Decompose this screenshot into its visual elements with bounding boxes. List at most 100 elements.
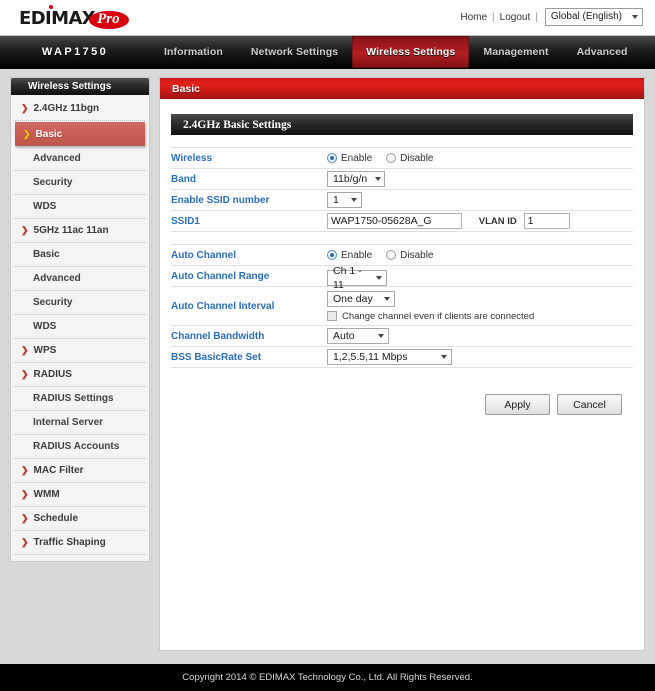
tab-management[interactable]: Management: [469, 36, 562, 68]
sidebar-item-basic-5[interactable]: Basic: [15, 243, 145, 266]
sidebar-item-label: WMM: [33, 489, 60, 500]
auto-channel-enable-option[interactable]: Enable: [327, 250, 372, 261]
body-area: Wireless Settings ❯ 2.4GHz 11bgn ❯ Basic: [0, 69, 655, 664]
auto-channel-interval-value: One day: [333, 292, 373, 305]
channel-bandwidth-select[interactable]: Auto: [327, 328, 389, 344]
section-title: 2.4GHz Basic Settings: [171, 114, 633, 135]
vlan-id-label: VLAN ID: [478, 216, 517, 227]
sidebar-item-24ghz-11bgn[interactable]: ❯ 2.4GHz 11bgn: [15, 97, 145, 120]
channel-bandwidth-value: Auto: [333, 330, 355, 342]
sidebar-item-label: Basic: [33, 249, 60, 260]
sidebar: Wireless Settings ❯ 2.4GHz 11bgn ❯ Basic: [10, 77, 150, 562]
wireless-disable-option[interactable]: Disable: [386, 152, 434, 164]
bss-basic-rate-set-label: BSS BasicRate Set: [171, 346, 327, 368]
band-select[interactable]: 11b/g/n: [327, 171, 385, 187]
main-panel: Basic 2.4GHz Basic Settings Wireless Ena…: [159, 77, 645, 651]
bss-basic-rate-set-select[interactable]: 1,2,5.5,11 Mbps: [327, 349, 452, 365]
sidebar-item-label: WDS: [33, 321, 57, 332]
sidebar-item-wps[interactable]: ❯ WPS: [15, 339, 145, 362]
form-actions: Apply Cancel: [171, 368, 633, 415]
sidebar-item-wds-24[interactable]: WDS: [15, 195, 145, 218]
channel-settings-table: Auto Channel Enable Disable Auto Channel…: [171, 244, 633, 368]
table-row: Wireless Enable Disable: [171, 147, 633, 169]
auto-channel-disable-label: Disable: [400, 249, 434, 261]
sidebar-list: ❯ 2.4GHz 11bgn ❯ Basic Advanced Security…: [11, 95, 149, 555]
top-bar: EDIMAX Pro Home | Logout | Global (Engli…: [0, 0, 655, 36]
wireless-disable-label: Disable: [400, 152, 434, 164]
wireless-enable-option[interactable]: Enable: [327, 153, 372, 164]
chevron-down-icon: [384, 296, 390, 301]
change-channel-checkbox-row[interactable]: Change channel even if clients are conne…: [327, 311, 633, 322]
bss-basic-rate-set-value: 1,2,5.5,11 Mbps: [333, 351, 408, 363]
sidebar-row: Security: [15, 171, 145, 195]
auto-channel-label: Auto Channel: [171, 244, 327, 266]
sidebar-item-internal-server[interactable]: Internal Server: [15, 411, 145, 434]
chevron-down-icon: [351, 198, 357, 202]
tab-network-settings[interactable]: Network Settings: [237, 36, 352, 68]
channel-bandwidth-label: Channel Bandwidth: [171, 325, 327, 347]
sidebar-item-advanced-24[interactable]: Advanced: [15, 147, 145, 170]
footer: Copyright 2014 © EDIMAX Technology Co., …: [0, 664, 655, 691]
auto-channel-interval-value-cell: One day Change channel even if clients a…: [327, 286, 633, 326]
auto-channel-interval-select[interactable]: One day: [327, 290, 395, 307]
home-link[interactable]: Home: [456, 12, 491, 23]
sidebar-item-label: RADIUS Settings: [33, 393, 114, 404]
sidebar-item-radius-accounts[interactable]: RADIUS Accounts: [15, 435, 145, 458]
copyright-text: Copyright 2014 © EDIMAX Technology Co., …: [182, 672, 473, 683]
sidebar-item-label: Advanced: [33, 273, 81, 284]
sidebar-row: WDS: [15, 315, 145, 339]
enable-ssid-number-value: 1: [333, 194, 339, 206]
ssid1-input[interactable]: WAP1750-05628A_G: [327, 213, 462, 229]
enable-ssid-number-label: Enable SSID number: [171, 189, 327, 211]
sidebar-item-label: WDS: [33, 201, 57, 212]
edimax-logo: EDIMAX Pro: [19, 5, 129, 30]
wireless-enable-label: Enable: [341, 152, 373, 164]
tab-information[interactable]: Information: [150, 36, 237, 68]
cancel-button[interactable]: Cancel: [557, 394, 622, 415]
wireless-label: Wireless: [171, 147, 327, 169]
chevron-right-icon: ❯: [21, 489, 29, 499]
sidebar-item-security-24[interactable]: Security: [15, 171, 145, 194]
ssid1-value-cell: WAP1750-05628A_G VLAN ID 1: [327, 210, 633, 232]
tab-advanced[interactable]: Advanced: [563, 36, 642, 68]
tab-wireless-settings[interactable]: Wireless Settings: [352, 36, 470, 68]
chevron-right-icon: ❯: [21, 225, 29, 235]
sidebar-item-basic-24[interactable]: ❯ Basic: [15, 122, 145, 146]
enable-ssid-number-value-cell: 1: [327, 189, 633, 211]
sidebar-item-mac-filter[interactable]: ❯ MAC Filter: [15, 459, 145, 482]
auto-channel-range-value: Ch 1 - 11: [333, 265, 362, 291]
sidebar-row: ❯ WMM: [15, 483, 145, 507]
model-name: WAP1750: [41, 46, 109, 58]
chevron-right-icon: ❯: [21, 345, 29, 355]
sidebar-row: ❯ Schedule: [15, 507, 145, 531]
sidebar-row: ❯ Traffic Shaping: [15, 531, 145, 555]
apply-button[interactable]: Apply: [485, 394, 550, 415]
auto-channel-disable-option[interactable]: Disable: [386, 249, 434, 261]
nav-items: Information Network Settings Wireless Se…: [150, 36, 655, 68]
vlan-id-input[interactable]: 1: [523, 213, 570, 229]
sidebar-item-label: Security: [33, 177, 73, 188]
sidebar-item-label: Advanced: [33, 153, 81, 164]
language-select[interactable]: Global (English): [544, 8, 643, 26]
sidebar-item-security-5[interactable]: Security: [15, 291, 145, 314]
auto-channel-range-select[interactable]: Ch 1 - 11: [327, 265, 387, 291]
auto-channel-radio-group: Enable Disable: [327, 250, 633, 261]
change-channel-checkbox[interactable]: [327, 311, 337, 321]
sidebar-item-advanced-5[interactable]: Advanced: [15, 267, 145, 290]
logout-link[interactable]: Logout: [496, 12, 535, 23]
sidebar-item-traffic-shaping[interactable]: ❯ Traffic Shaping: [15, 531, 145, 554]
sidebar-item-wmm[interactable]: ❯ WMM: [15, 483, 145, 506]
page-title: Basic: [160, 78, 644, 99]
sidebar-item-wds-5[interactable]: WDS: [15, 315, 145, 338]
sidebar-row: Advanced: [15, 147, 145, 171]
sidebar-item-label: 2.4GHz 11bgn: [33, 103, 100, 114]
sidebar-item-radius[interactable]: ❯ RADIUS: [15, 363, 145, 386]
auto-channel-range-value-cell: Ch 1 - 11: [327, 265, 633, 291]
table-row: SSID1 WAP1750-05628A_G VLAN ID 1: [171, 210, 633, 232]
wireless-radio-group: Enable Disable: [327, 153, 633, 164]
sidebar-item-5ghz-11ac-11an[interactable]: ❯ 5GHz 11ac 11an: [15, 219, 145, 242]
enable-ssid-number-select[interactable]: 1: [327, 192, 362, 208]
sidebar-item-schedule[interactable]: ❯ Schedule: [15, 507, 145, 530]
sidebar-item-radius-settings[interactable]: RADIUS Settings: [15, 387, 145, 410]
channel-bandwidth-value-cell: Auto: [327, 325, 633, 347]
